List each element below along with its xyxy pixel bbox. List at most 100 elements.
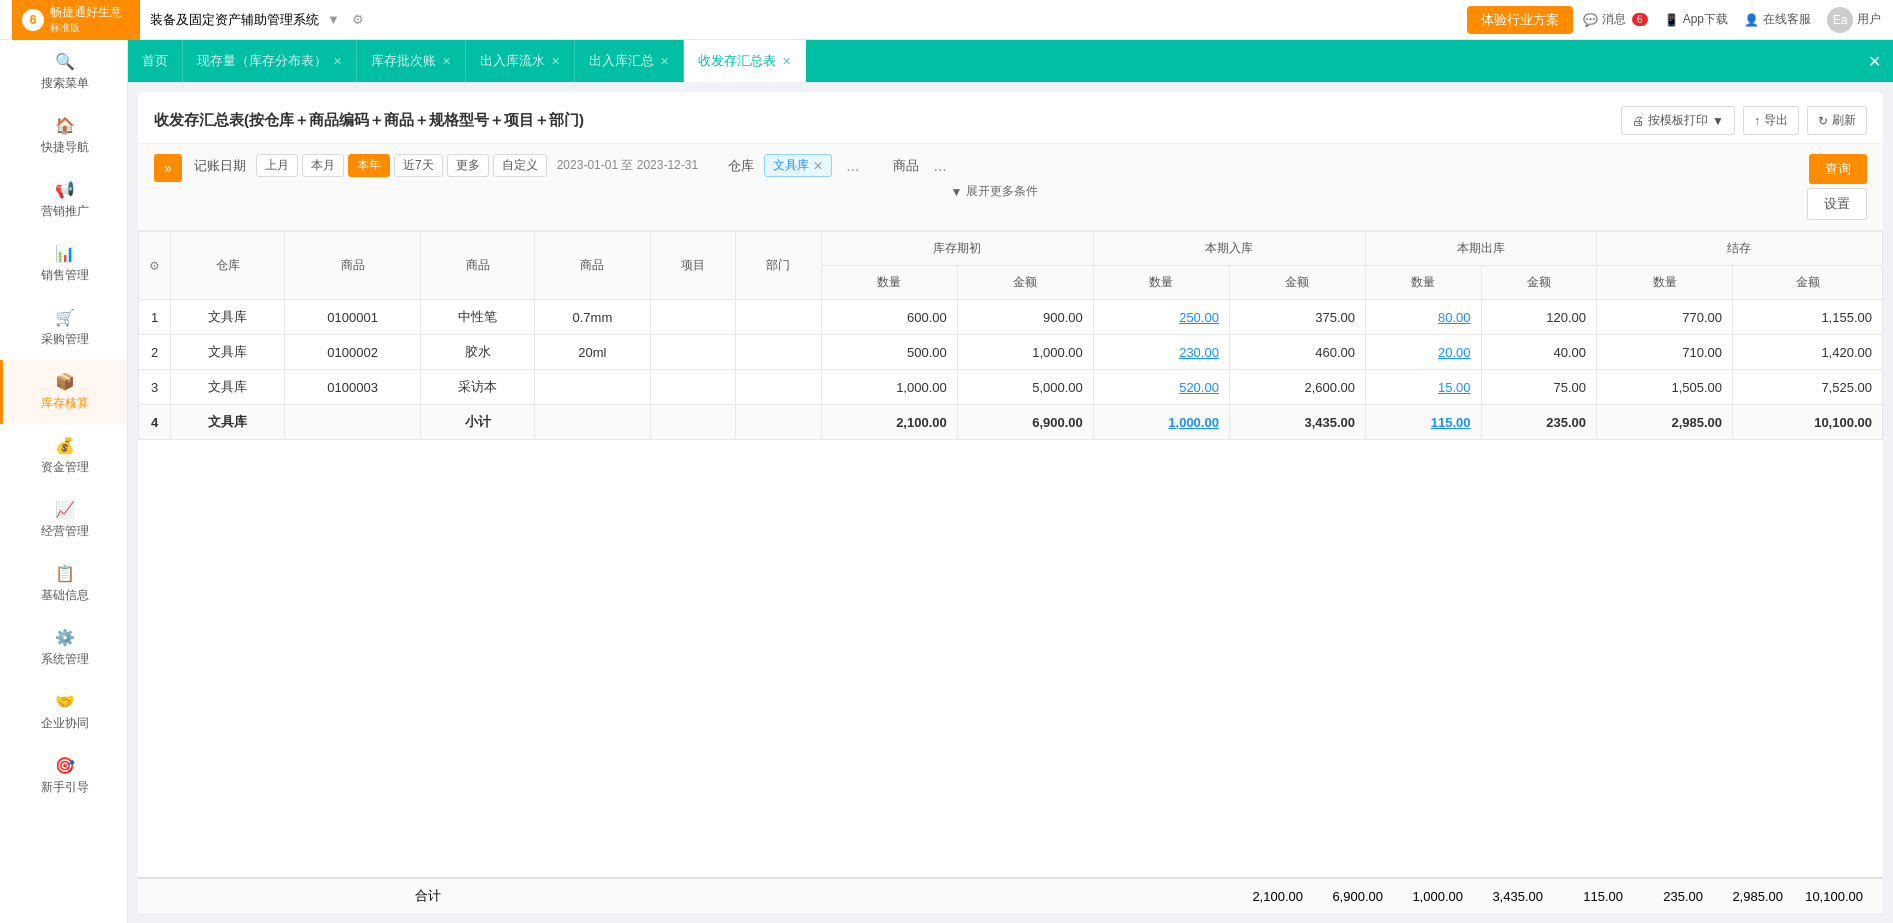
refresh-button[interactable]: ↻ 刷新 <box>1807 106 1867 135</box>
goods-more-button[interactable]: ... <box>929 157 950 175</box>
sidebar-item-inventory[interactable]: 📦 库存核算 <box>0 360 127 424</box>
top-bar: 6 畅捷通好生意 标准版 装备及固定资产辅助管理系统 ▼ ⚙ 体验行业方案 💬 … <box>0 0 1893 40</box>
opening-qty-header: 数量 <box>821 266 957 300</box>
total-out-qty: 115.00 <box>1553 889 1633 904</box>
print-button[interactable]: 🖨 按模板打印 ▼ <box>1621 106 1735 135</box>
tab-batch[interactable]: 库存批次账 ✕ <box>357 40 466 82</box>
table-cell: 中性笔 <box>421 300 535 335</box>
sidebar: 🔍 搜索菜单 🏠 快捷导航 📢 营销推广 📊 销售管理 🛒 采购管理 📦 库存核… <box>0 40 128 923</box>
tab-inout[interactable]: 出入库汇总 ✕ <box>575 40 684 82</box>
guide-icon: 🎯 <box>55 756 75 775</box>
sales-icon: 📊 <box>55 244 75 263</box>
date-btn-more[interactable]: 更多 <box>447 154 489 177</box>
message-button[interactable]: 💬 消息 6 <box>1583 11 1648 28</box>
date-btn-7days[interactable]: 近7天 <box>394 154 443 177</box>
sidebar-item-marketing[interactable]: 📢 营销推广 <box>0 168 127 232</box>
table-cell[interactable]: 115.00 <box>1366 405 1481 440</box>
marketing-icon: 📢 <box>55 180 75 199</box>
sidebar-item-system[interactable]: ⚙️ 系统管理 <box>0 616 127 680</box>
gear-icon[interactable]: ⚙ <box>149 259 160 273</box>
project-header: 项目 <box>650 232 736 300</box>
online-service-button[interactable]: 👤 在线客服 <box>1744 11 1811 28</box>
date-btn-this-year[interactable]: 本年 <box>348 154 390 177</box>
settings-icon[interactable]: ⚙ <box>352 12 364 27</box>
table-cell: 胶水 <box>421 335 535 370</box>
table-cell: 770.00 <box>1596 300 1732 335</box>
table-cell: 1,000.00 <box>821 370 957 405</box>
date-btn-last-month[interactable]: 上月 <box>256 154 298 177</box>
table-cell: 1,505.00 <box>1596 370 1732 405</box>
sidebar-item-finance[interactable]: 💰 资金管理 <box>0 424 127 488</box>
sidebar-label: 快捷导航 <box>41 139 89 156</box>
tab-home[interactable]: 首页 <box>128 40 183 82</box>
in-qty-header: 数量 <box>1093 266 1229 300</box>
sidebar-item-search[interactable]: 🔍 搜索菜单 <box>0 40 127 104</box>
sidebar-item-guide[interactable]: 🎯 新手引导 <box>0 744 127 808</box>
table-cell[interactable]: 1,000.00 <box>1093 405 1229 440</box>
tag-close-icon[interactable]: ✕ <box>813 159 823 173</box>
out-group-header: 本期出库 <box>1366 232 1597 266</box>
sidebar-item-operations[interactable]: 📈 经营管理 <box>0 488 127 552</box>
table-cell[interactable]: 15.00 <box>1366 370 1481 405</box>
date-label: 记账日期 <box>194 157 246 175</box>
table-cell[interactable]: 230.00 <box>1093 335 1229 370</box>
table-cell[interactable]: 20.00 <box>1366 335 1481 370</box>
sidebar-item-purchase[interactable]: 🛒 采购管理 <box>0 296 127 360</box>
query-button[interactable]: 查询 <box>1809 154 1867 184</box>
date-btn-this-month[interactable]: 本月 <box>302 154 344 177</box>
table-cell: 1,000.00 <box>957 335 1093 370</box>
sidebar-label: 采购管理 <box>41 331 89 348</box>
export-button[interactable]: ↑ 导出 <box>1743 106 1799 135</box>
user-button[interactable]: Ea 用户 <box>1827 7 1881 33</box>
filter-settings-button[interactable]: 设置 <box>1807 188 1867 220</box>
opening-amt-header: 金额 <box>957 266 1093 300</box>
date-btn-custom[interactable]: 自定义 <box>493 154 547 177</box>
table-cell <box>285 405 421 440</box>
dept-header: 部门 <box>736 232 822 300</box>
tab-close-icon[interactable]: ✕ <box>333 55 342 68</box>
app-download-button[interactable]: 📱 App下载 <box>1664 11 1728 28</box>
table-cell: 0100003 <box>285 370 421 405</box>
warehouse-more-button[interactable]: ... <box>842 157 863 175</box>
tab-close-icon[interactable]: ✕ <box>782 55 791 68</box>
table-cell[interactable]: 520.00 <box>1093 370 1229 405</box>
filter-expand-button[interactable]: » <box>154 154 182 182</box>
tab-close-icon[interactable]: ✕ <box>442 55 451 68</box>
tab-close-icon[interactable]: ✕ <box>660 55 669 68</box>
table-cell: 710.00 <box>1596 335 1732 370</box>
page-inner: 收发存汇总表(按仓库＋商品编码＋商品＋规格型号＋项目＋部门) 🖨 按模板打印 ▼… <box>138 92 1883 913</box>
sidebar-item-base[interactable]: 📋 基础信息 <box>0 552 127 616</box>
table-cell: 1,155.00 <box>1733 300 1883 335</box>
warehouse-tag[interactable]: 文具库 ✕ <box>764 154 832 177</box>
total-bar: 合计 2,100.00 6,900.00 1,000.00 3,435.00 1… <box>138 877 1883 913</box>
table-cell: 采访本 <box>421 370 535 405</box>
sidebar-label: 企业协同 <box>41 715 89 732</box>
message-badge: 6 <box>1632 13 1648 26</box>
export-icon: ↑ <box>1754 114 1760 128</box>
table-row: 1文具库0100001中性笔0.7mm600.00900.00250.00375… <box>139 300 1883 335</box>
trial-button[interactable]: 体验行业方案 <box>1467 6 1573 34</box>
system-icon: ⚙️ <box>55 628 75 647</box>
tab-flow[interactable]: 出入库流水 ✕ <box>466 40 575 82</box>
table-cell: 4 <box>139 405 171 440</box>
tab-close-icon[interactable]: ✕ <box>551 55 560 68</box>
table-cell: 1,420.00 <box>1733 335 1883 370</box>
sidebar-item-quicknav[interactable]: 🏠 快捷导航 <box>0 104 127 168</box>
tab-summary[interactable]: 收发存汇总表 ✕ <box>684 40 806 82</box>
content-area: 首页 现存量（库存分布表） ✕ 库存批次账 ✕ 出入库流水 ✕ 出入库汇总 ✕ … <box>128 40 1893 923</box>
sidebar-item-collab[interactable]: 🤝 企业协同 <box>0 680 127 744</box>
table-cell: 0100001 <box>285 300 421 335</box>
tab-stock[interactable]: 现存量（库存分布表） ✕ <box>183 40 357 82</box>
tab-bar-close-button[interactable]: ✕ <box>1856 52 1893 71</box>
table-cell[interactable]: 80.00 <box>1366 300 1481 335</box>
sidebar-item-sales[interactable]: 📊 销售管理 <box>0 232 127 296</box>
table-cell[interactable]: 250.00 <box>1093 300 1229 335</box>
table-cell <box>650 370 736 405</box>
expand-conditions-button[interactable]: ▼ 展开更多条件 <box>951 183 1039 200</box>
warehouse-label: 仓库 <box>728 157 754 175</box>
table-cell: 文具库 <box>171 300 285 335</box>
table-cell: 小计 <box>421 405 535 440</box>
out-amt-header: 金额 <box>1481 266 1596 300</box>
dropdown-icon[interactable]: ▼ <box>327 12 340 27</box>
table-cell: 文具库 <box>171 405 285 440</box>
